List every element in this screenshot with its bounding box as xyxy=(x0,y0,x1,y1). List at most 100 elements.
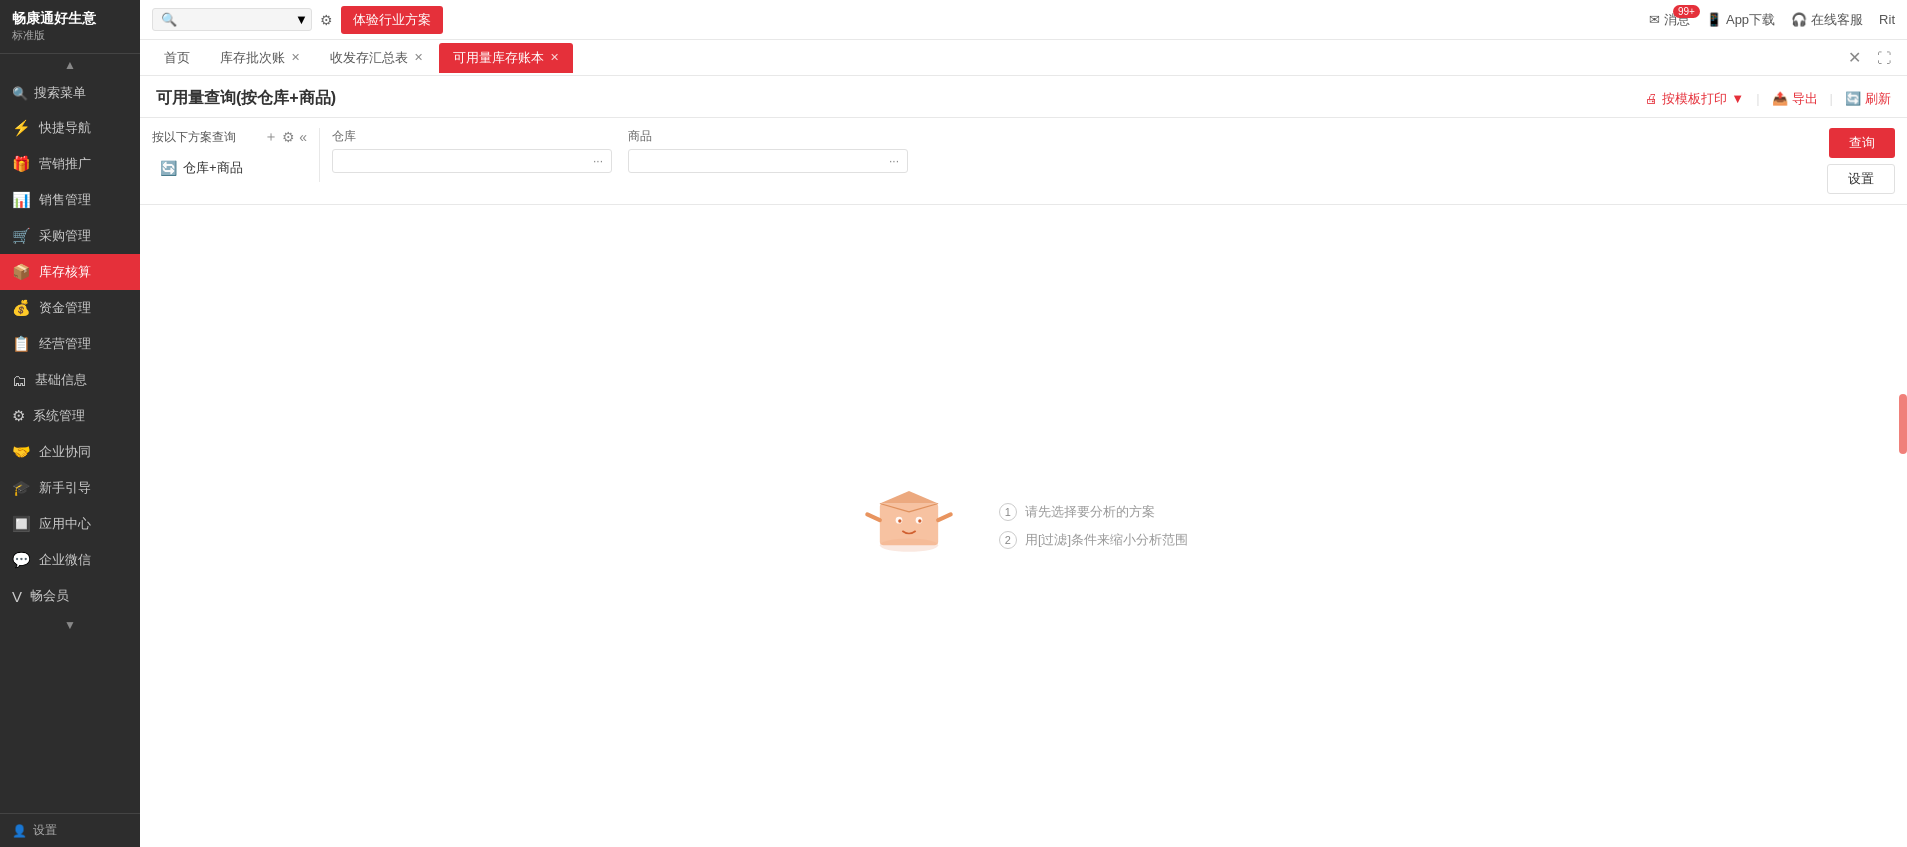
sidebar-search-item[interactable]: 🔍 搜索菜单 xyxy=(0,76,140,110)
sidebar-item-marketing[interactable]: 🎁 营销推广 xyxy=(0,146,140,182)
tab-stock-summary[interactable]: 收发存汇总表 ✕ xyxy=(316,43,437,73)
quick-nav-icon: ⚡ xyxy=(12,119,31,137)
topbar-search-input[interactable] xyxy=(181,13,291,27)
tab-batch-account[interactable]: 库存批次账 ✕ xyxy=(206,43,314,73)
sidebar-item-system[interactable]: ⚙ 系统管理 xyxy=(0,398,140,434)
refresh-btn[interactable]: 🔄 刷新 xyxy=(1845,90,1891,108)
topbar-app-download[interactable]: 📱 App下载 xyxy=(1706,11,1775,29)
sidebar-user-name: 设置 xyxy=(33,822,57,839)
sidebar-item-operation[interactable]: 📋 经营管理 xyxy=(0,326,140,362)
sidebar-item-label: 基础信息 xyxy=(35,371,87,389)
industry-btn[interactable]: 体验行业方案 xyxy=(341,6,443,34)
sidebar-item-enterprise[interactable]: 🤝 企业协同 xyxy=(0,434,140,470)
sidebar-item-basic[interactable]: 🗂 基础信息 xyxy=(0,362,140,398)
tabs-actions: ✕ ⛶ xyxy=(1842,46,1897,69)
right-scrollbar[interactable] xyxy=(1899,394,1907,454)
sidebar-item-sales[interactable]: 📊 销售管理 xyxy=(0,182,140,218)
sidebar-item-label: 经营管理 xyxy=(39,335,91,353)
scheme-label: 按以下方案查询 xyxy=(152,129,236,146)
print-dropdown-icon[interactable]: ▼ xyxy=(1731,91,1744,106)
query-btn[interactable]: 查询 xyxy=(1829,128,1895,158)
filter-warehouse-group: 仓库 ··· xyxy=(332,128,612,173)
scheme-item-icon: 🔄 xyxy=(160,160,177,176)
wechat-icon: 💬 xyxy=(12,551,31,569)
sidebar-bottom: 👤 设置 xyxy=(0,813,140,847)
sidebar-search-label: 搜索菜单 xyxy=(34,84,86,102)
expand-tab-btn[interactable]: ⛶ xyxy=(1871,48,1897,68)
marketing-icon: 🎁 xyxy=(12,155,31,173)
app-icon: 📱 xyxy=(1706,12,1722,27)
print-btn[interactable]: 🖨 按模板打印 ▼ xyxy=(1645,90,1744,108)
sidebar-scroll-up[interactable]: ▲ xyxy=(0,54,140,76)
app-subtitle: 标准版 xyxy=(12,28,128,43)
topbar-search-dropdown-icon[interactable]: ▼ xyxy=(295,12,308,27)
sidebar-item-quick-nav[interactable]: ⚡ 快捷导航 xyxy=(0,110,140,146)
tab-available-account-close[interactable]: ✕ xyxy=(550,51,559,64)
sidebar-item-purchase[interactable]: 🛒 采购管理 xyxy=(0,218,140,254)
topbar-online-service[interactable]: 🎧 在线客服 xyxy=(1791,11,1863,29)
sidebar-scroll-down[interactable]: ▼ xyxy=(0,614,140,636)
tab-batch-account-label: 库存批次账 xyxy=(220,49,285,67)
app-title: 畅康通好生意 xyxy=(12,10,128,28)
page-header: 可用量查询(按仓库+商品) 🖨 按模板打印 ▼ | 📤 导出 | 🔄 刷新 xyxy=(140,76,1907,118)
hint-number-1: 1 xyxy=(999,503,1017,521)
filter-product-group: 商品 ··· xyxy=(628,128,908,173)
user-name: Rit xyxy=(1879,12,1895,27)
tab-home-label: 首页 xyxy=(164,49,190,67)
tab-available-account[interactable]: 可用量库存账本 ✕ xyxy=(439,43,573,73)
query-filters: 仓库 ··· 商品 ··· xyxy=(320,128,1815,173)
print-icon: 🖨 xyxy=(1645,91,1658,106)
topbar-user[interactable]: Rit xyxy=(1879,12,1895,27)
filter-product-input[interactable]: ··· xyxy=(628,149,908,173)
member-icon: V xyxy=(12,588,22,605)
tab-stock-summary-close[interactable]: ✕ xyxy=(414,51,423,64)
tab-batch-account-close[interactable]: ✕ xyxy=(291,51,300,64)
action-separator2: | xyxy=(1830,91,1833,106)
sidebar-item-label: 快捷导航 xyxy=(39,119,91,137)
topbar-search-box[interactable]: 🔍 ▼ xyxy=(152,8,312,31)
empty-text: 1 请先选择要分析的方案 2 用[过滤]条件来缩小分析范围 xyxy=(999,503,1188,549)
sidebar-item-label: 销售管理 xyxy=(39,191,91,209)
product-more-btn[interactable]: ··· xyxy=(889,154,899,168)
export-label: 导出 xyxy=(1792,90,1818,108)
sidebar-item-finance[interactable]: 💰 资金管理 xyxy=(0,290,140,326)
collapse-scheme-btn[interactable]: « xyxy=(299,129,307,145)
sidebar-item-label: 企业协同 xyxy=(39,443,91,461)
query-area: 按以下方案查询 ＋ ⚙ « 🔄 仓库+商品 仓库 ··· xyxy=(140,118,1907,205)
sales-icon: 📊 xyxy=(12,191,31,209)
sidebar-item-label: 库存核算 xyxy=(39,263,91,281)
sidebar-item-label: 应用中心 xyxy=(39,515,91,533)
warehouse-more-btn[interactable]: ··· xyxy=(593,154,603,168)
sidebar-item-member[interactable]: V 畅会员 xyxy=(0,578,140,614)
sidebar-item-inventory[interactable]: 📦 库存核算 xyxy=(0,254,140,290)
filter-product-label: 商品 xyxy=(628,128,908,145)
warehouse-input-field[interactable] xyxy=(341,154,589,168)
tab-home[interactable]: 首页 xyxy=(150,43,204,73)
empty-hint-1: 1 请先选择要分析的方案 xyxy=(999,503,1188,521)
close-all-tabs-btn[interactable]: ✕ xyxy=(1842,46,1867,69)
scheme-item-warehouse-product[interactable]: 🔄 仓库+商品 xyxy=(152,154,307,182)
export-btn[interactable]: 📤 导出 xyxy=(1772,90,1818,108)
sidebar-item-label: 畅会员 xyxy=(30,587,69,605)
message-badge: 99+ xyxy=(1673,5,1700,18)
sidebar-item-wechat[interactable]: 💬 企业微信 xyxy=(0,542,140,578)
product-input-field[interactable] xyxy=(637,154,885,168)
search-icon: 🔍 xyxy=(12,86,28,101)
service-icon: 🎧 xyxy=(1791,12,1807,27)
sidebar-item-label: 企业微信 xyxy=(39,551,91,569)
system-icon: ⚙ xyxy=(12,407,25,425)
topbar-search-icon: 🔍 xyxy=(161,12,177,27)
topbar-message[interactable]: ✉ 消息 99+ xyxy=(1649,11,1690,29)
print-label: 按模板打印 xyxy=(1662,90,1727,108)
basic-icon: 🗂 xyxy=(12,372,27,389)
query-settings-btn[interactable]: 设置 xyxy=(1827,164,1895,194)
topbar-gear-icon[interactable]: ⚙ xyxy=(320,12,333,28)
hint-text-2: 用[过滤]条件来缩小分析范围 xyxy=(1025,531,1188,549)
filter-warehouse-input[interactable]: ··· xyxy=(332,149,612,173)
sidebar-item-appcenter[interactable]: 🔲 应用中心 xyxy=(0,506,140,542)
sidebar-item-newguide[interactable]: 🎓 新手引导 xyxy=(0,470,140,506)
main-content: 🔍 ▼ ⚙ 体验行业方案 ✉ 消息 99+ 📱 App下载 🎧 在线客服 Rit xyxy=(140,0,1907,847)
settings-scheme-btn[interactable]: ⚙ xyxy=(282,129,295,145)
add-scheme-btn[interactable]: ＋ xyxy=(264,128,278,146)
page-title: 可用量查询(按仓库+商品) xyxy=(156,88,336,109)
